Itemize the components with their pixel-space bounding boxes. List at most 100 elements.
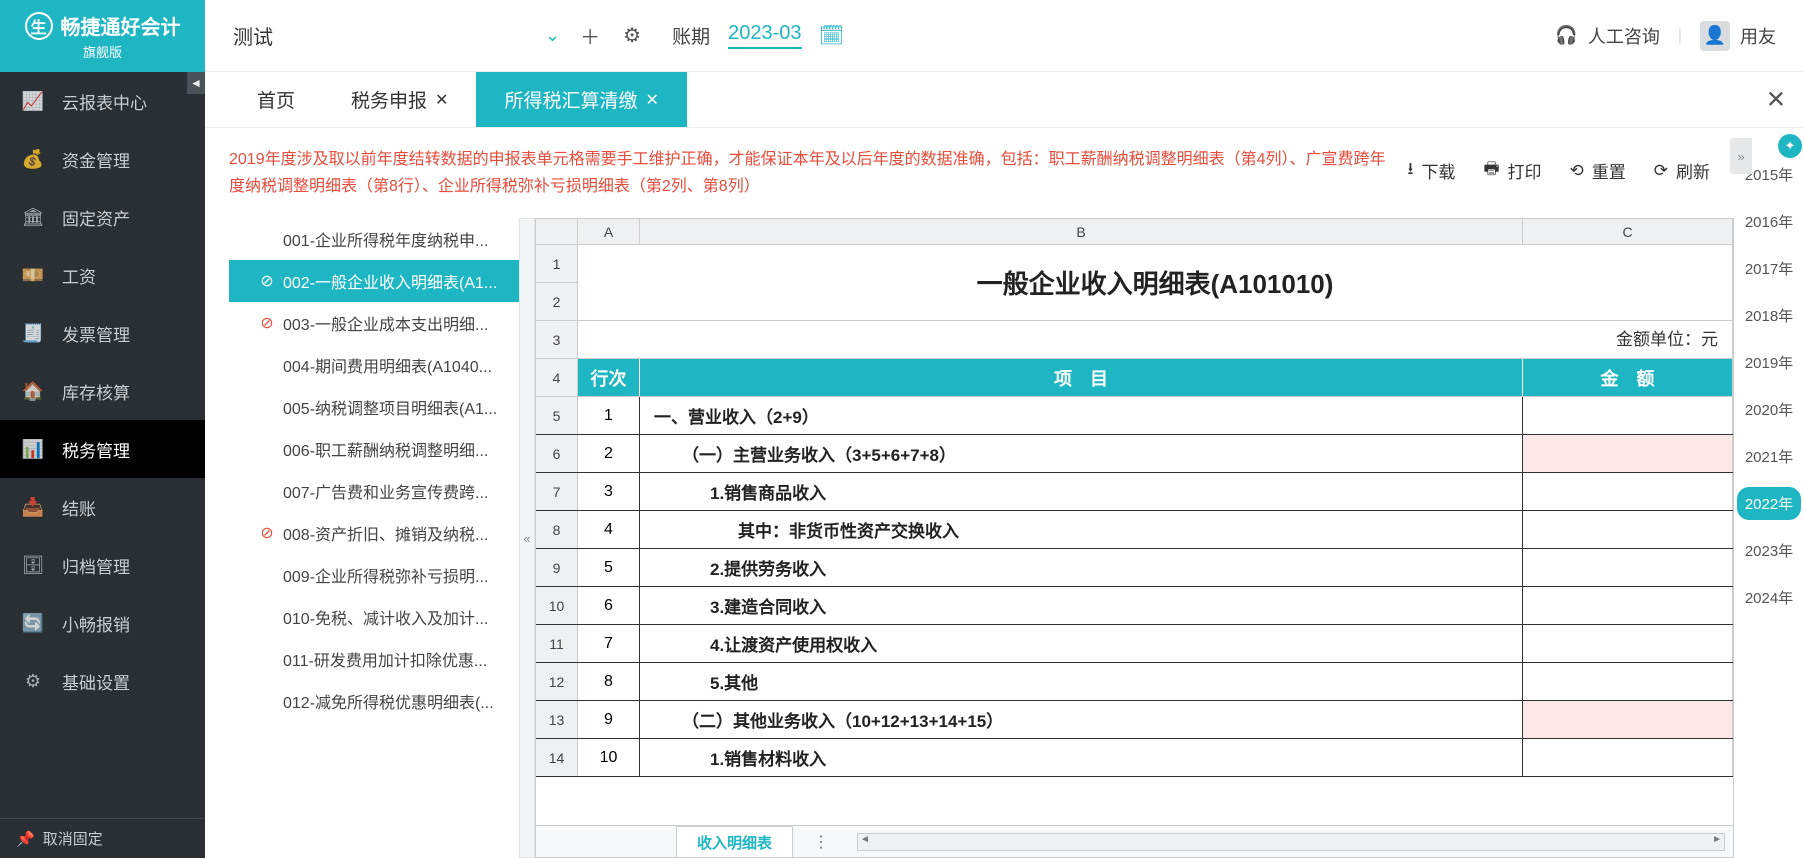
- tab-2[interactable]: 所得税汇算清缴✕: [476, 72, 686, 127]
- tab-1[interactable]: 税务申报✕: [323, 72, 476, 127]
- cell-amount[interactable]: [1523, 511, 1733, 548]
- cell-item[interactable]: 1.销售商品收入: [640, 473, 1523, 510]
- refresh-button[interactable]: ⟳刷新: [1654, 156, 1710, 185]
- cell-item[interactable]: 2.提供劳务收入: [640, 549, 1523, 586]
- year-2021年[interactable]: 2021年: [1737, 440, 1801, 473]
- tree-collapse-icon[interactable]: «: [519, 218, 535, 858]
- cell-line[interactable]: 7: [578, 625, 640, 662]
- tree-item-0[interactable]: 001-企业所得税年度纳税申...: [229, 218, 519, 260]
- cell-amount[interactable]: [1523, 663, 1733, 700]
- unpin-button[interactable]: 📌 取消固定: [0, 818, 205, 858]
- row-header[interactable]: 4: [536, 359, 578, 396]
- col-header-c[interactable]: C: [1523, 219, 1733, 244]
- cell-line[interactable]: 10: [578, 739, 640, 776]
- year-2023年[interactable]: 2023年: [1737, 534, 1801, 567]
- row-header[interactable]: 12: [536, 663, 578, 700]
- download-button[interactable]: ⭳下载: [1407, 156, 1455, 185]
- cell-line[interactable]: 1: [578, 397, 640, 434]
- tree-item-11[interactable]: 012-减免所得税优惠明细表(...: [229, 680, 519, 722]
- gear-icon[interactable]: ⚙: [620, 24, 644, 48]
- tree-item-10[interactable]: 011-研发费用加计扣除优惠...: [229, 638, 519, 680]
- sheet-menu-icon[interactable]: ⋮: [793, 832, 849, 852]
- period-value[interactable]: 2023-03: [728, 22, 801, 49]
- cell-line[interactable]: 3: [578, 473, 640, 510]
- rail-expand-icon[interactable]: »: [1730, 138, 1752, 174]
- row-header[interactable]: 13: [536, 701, 578, 738]
- cell-item[interactable]: 1.销售材料收入: [640, 739, 1523, 776]
- col-header-b[interactable]: B: [640, 219, 1523, 244]
- cell-amount[interactable]: [1523, 435, 1733, 472]
- tree-item-6[interactable]: 007-广告费和业务宣传费跨...: [229, 470, 519, 512]
- cell-item[interactable]: 3.建造合同收入: [640, 587, 1523, 624]
- tree-item-8[interactable]: 009-企业所得税弥补亏损明...: [229, 554, 519, 596]
- row-header[interactable]: 7: [536, 473, 578, 510]
- cell-item[interactable]: 5.其他: [640, 663, 1523, 700]
- close-all-tabs-icon[interactable]: ✕: [1766, 85, 1786, 114]
- cell-amount[interactable]: [1523, 625, 1733, 662]
- user-menu[interactable]: 👤 用友: [1700, 21, 1776, 51]
- tree-item-3[interactable]: 004-期间费用明细表(A1040...: [229, 344, 519, 386]
- cell-item[interactable]: 一、营业收入（2+9）: [640, 397, 1523, 434]
- tree-item-1[interactable]: ⊘002-一般企业收入明细表(A1...: [229, 260, 519, 302]
- sidebar-item-2[interactable]: 🏛固定资产: [0, 188, 205, 246]
- row-header[interactable]: 3: [536, 321, 578, 358]
- year-2020年[interactable]: 2020年: [1737, 393, 1801, 426]
- cell-line[interactable]: 4: [578, 511, 640, 548]
- sidebar-item-10[interactable]: ⚙基础设置: [0, 652, 205, 710]
- tab-0[interactable]: 首页: [229, 72, 323, 127]
- row-header[interactable]: 5: [536, 397, 578, 434]
- cell-amount[interactable]: [1523, 549, 1733, 586]
- reset-button[interactable]: ⟲重置: [1570, 156, 1626, 185]
- year-2024年[interactable]: 2024年: [1737, 581, 1801, 614]
- cell-item[interactable]: （二）其他业务收入（10+12+13+14+15）: [640, 701, 1523, 738]
- print-button[interactable]: 🖶打印: [1483, 156, 1541, 185]
- sidebar-item-3[interactable]: 💴工资: [0, 246, 205, 304]
- org-selector[interactable]: 测试 ⌄: [233, 21, 560, 50]
- calendar-icon[interactable]: 🗓: [820, 24, 844, 48]
- cell-item[interactable]: （一）主营业务收入（3+5+6+7+8）: [640, 435, 1523, 472]
- sidebar-item-4[interactable]: 🧾发票管理: [0, 304, 205, 362]
- sidebar-item-6[interactable]: 📊税务管理: [0, 420, 205, 478]
- sidebar-item-0[interactable]: 📈云报表中心: [0, 72, 205, 130]
- horizontal-scrollbar[interactable]: [857, 833, 1725, 851]
- cell-line[interactable]: 2: [578, 435, 640, 472]
- sidebar-item-1[interactable]: 💰资金管理: [0, 130, 205, 188]
- cell-line[interactable]: 5: [578, 549, 640, 586]
- row-header[interactable]: 9: [536, 549, 578, 586]
- add-icon[interactable]: ＋: [578, 24, 602, 48]
- tree-item-2[interactable]: ⊘003-一般企业成本支出明细...: [229, 302, 519, 344]
- tab-close-icon[interactable]: ✕: [645, 90, 658, 110]
- cell-amount[interactable]: [1523, 701, 1733, 738]
- row-header[interactable]: 8: [536, 511, 578, 548]
- year-2017年[interactable]: 2017年: [1737, 252, 1801, 285]
- row-header[interactable]: 10: [536, 587, 578, 624]
- row-header[interactable]: 6: [536, 435, 578, 472]
- tab-close-icon[interactable]: ✕: [435, 90, 448, 110]
- sidebar-item-9[interactable]: 🔄小畅报销: [0, 594, 205, 652]
- year-2019年[interactable]: 2019年: [1737, 346, 1801, 379]
- sidebar-item-5[interactable]: 🏠库存核算: [0, 362, 205, 420]
- row-header[interactable]: 1: [536, 245, 578, 283]
- sidebar-item-7[interactable]: 📥结账: [0, 478, 205, 536]
- cell-item[interactable]: 4.让渡资产使用权收入: [640, 625, 1523, 662]
- support-button[interactable]: 🎧 人工咨询: [1555, 23, 1659, 49]
- tree-item-5[interactable]: 006-职工薪酬纳税调整明细...: [229, 428, 519, 470]
- year-2022年[interactable]: 2022年: [1737, 487, 1801, 520]
- tree-item-7[interactable]: ⊘008-资产折旧、摊销及纳税...: [229, 512, 519, 554]
- year-2016年[interactable]: 2016年: [1737, 205, 1801, 238]
- cell-amount[interactable]: [1523, 587, 1733, 624]
- cell-line[interactable]: 6: [578, 587, 640, 624]
- cell-amount[interactable]: [1523, 473, 1733, 510]
- cell-line[interactable]: 9: [578, 701, 640, 738]
- col-header-a[interactable]: A: [578, 219, 640, 244]
- cell-line[interactable]: 8: [578, 663, 640, 700]
- rail-badge-icon[interactable]: ✦: [1778, 134, 1802, 158]
- sidebar-collapse-icon[interactable]: ◄: [187, 72, 205, 94]
- row-header[interactable]: 11: [536, 625, 578, 662]
- cell-item[interactable]: 其中：非货币性资产交换收入: [640, 511, 1523, 548]
- cell-amount[interactable]: [1523, 397, 1733, 434]
- sidebar-item-8[interactable]: 🗄归档管理: [0, 536, 205, 594]
- tree-item-9[interactable]: 010-免税、减计收入及加计...: [229, 596, 519, 638]
- row-header[interactable]: 2: [536, 283, 578, 320]
- row-header[interactable]: 14: [536, 739, 578, 776]
